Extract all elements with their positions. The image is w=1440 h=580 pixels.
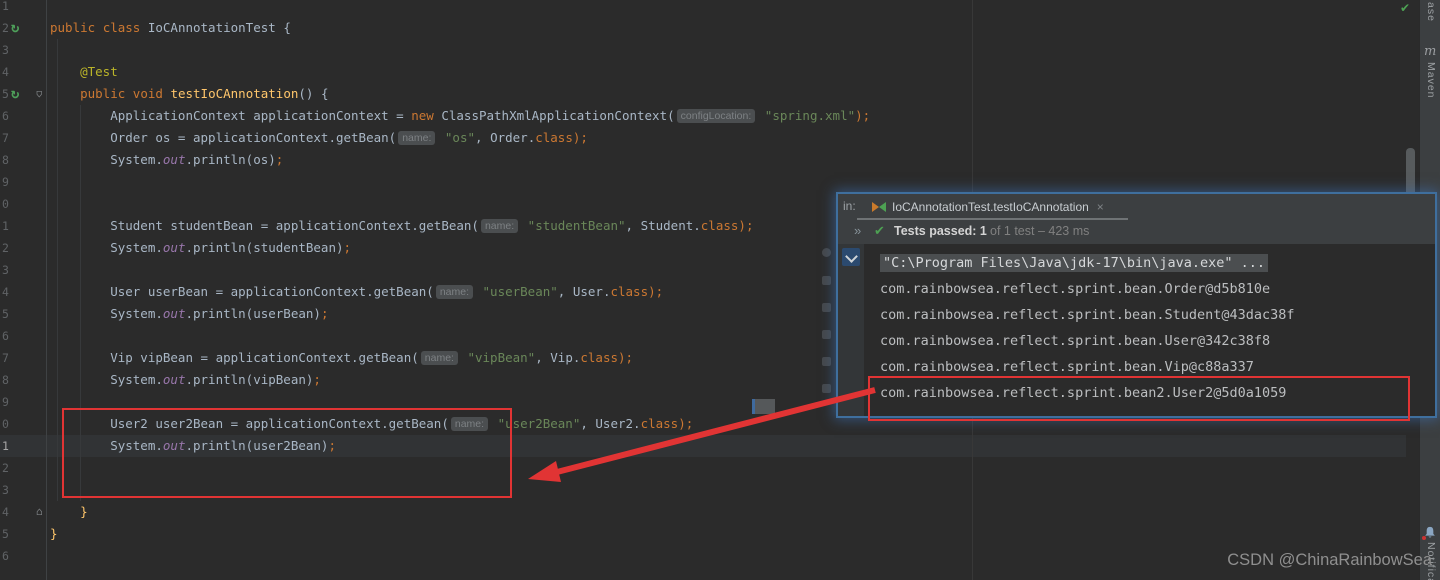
run-window-label: in: bbox=[843, 199, 856, 213]
run-test-icon[interactable]: ↻ bbox=[11, 83, 19, 105]
fold-marker-icon[interactable]: ⌂ bbox=[36, 83, 43, 105]
line-number: 1 bbox=[2, 439, 9, 453]
code-line[interactable]: 4 @Test bbox=[0, 61, 1406, 83]
run-test-icon[interactable]: ↻ bbox=[11, 17, 19, 39]
tool-button-maven[interactable]: Maven bbox=[1425, 62, 1437, 99]
line-number: 0 bbox=[2, 417, 9, 431]
line-number: 0 bbox=[2, 197, 9, 211]
test-status-bar: » ✔ Tests passed: 1 of 1 test – 423 ms bbox=[838, 220, 1435, 244]
line-number: 9 bbox=[2, 175, 9, 189]
fold-marker-icon[interactable]: ⌂ bbox=[36, 501, 43, 523]
code-text: ApplicationContext applicationContext = … bbox=[50, 108, 871, 123]
console-line[interactable]: com.rainbowsea.reflect.sprint.bean.Stude… bbox=[880, 302, 1430, 328]
background-toolbar-icon bbox=[822, 303, 831, 312]
inspections-ok-icon: ✔ bbox=[1400, 1, 1411, 15]
line-number: 5 bbox=[2, 307, 9, 321]
code-line[interactable]: 5} bbox=[0, 523, 1406, 545]
line-number: 4 bbox=[2, 505, 9, 519]
line-number: 1 bbox=[2, 219, 9, 233]
line-number: 2 bbox=[2, 241, 9, 255]
code-text: } bbox=[80, 504, 88, 519]
code-line[interactable]: 8 System.out.println(os); bbox=[0, 149, 1406, 171]
line-number: 4 bbox=[2, 65, 9, 79]
code-text: User userBean = applicationContext.getBe… bbox=[50, 284, 664, 299]
code-line[interactable]: 3 bbox=[0, 39, 1406, 61]
line-number: 2 bbox=[2, 461, 9, 475]
background-toolbar-icon bbox=[822, 330, 831, 339]
line-number: 5 bbox=[2, 87, 9, 101]
code-text: System.out.println(userBean); bbox=[50, 306, 329, 321]
ide-window: 1 2 ↻ public class IoCAnnotationTest {3 4 @T… bbox=[0, 0, 1440, 580]
code-line[interactable]: 7 Order os = applicationContext.getBean(… bbox=[0, 127, 1406, 149]
line-number: 6 bbox=[2, 549, 9, 563]
console-gutter-strip bbox=[838, 244, 864, 416]
annotation-box-code bbox=[62, 408, 512, 498]
line-number: 1 bbox=[2, 0, 9, 13]
watermark-text: CSDN @ChinaRainbowSea bbox=[1227, 551, 1432, 569]
window-corner-fragment bbox=[752, 399, 775, 414]
code-text: @Test bbox=[80, 64, 118, 79]
junit-run-config-icon bbox=[872, 202, 886, 212]
line-number: 5 bbox=[2, 527, 9, 541]
editor-scrollbar[interactable] bbox=[1406, 148, 1415, 196]
code-text: System.out.println(os); bbox=[50, 152, 284, 167]
code-line[interactable]: 6 bbox=[0, 545, 1406, 567]
line-number: 2 bbox=[2, 21, 9, 35]
line-number: 3 bbox=[2, 263, 9, 277]
line-number: 8 bbox=[2, 153, 9, 167]
tests-passed-details: of 1 test – 423 ms bbox=[990, 224, 1090, 238]
line-number: 6 bbox=[2, 109, 9, 123]
code-line[interactable]: 1 bbox=[0, 0, 1406, 17]
test-run-tab[interactable]: IoCAnnotationTest.testIoCAnnotation × bbox=[872, 196, 1104, 218]
line-number: 8 bbox=[2, 373, 9, 387]
notification-badge bbox=[1422, 536, 1426, 540]
code-text: System.out.println(studentBean); bbox=[50, 240, 352, 255]
background-toolbar-icon bbox=[822, 384, 831, 393]
line-number: 6 bbox=[2, 329, 9, 343]
collapse-chevron-icon[interactable] bbox=[842, 248, 860, 266]
code-text: Student studentBean = applicationContext… bbox=[50, 218, 754, 233]
maven-icon: m bbox=[1424, 44, 1437, 59]
test-run-tab-label: IoCAnnotationTest.testIoCAnnotation bbox=[892, 200, 1089, 214]
code-line[interactable]: 6 ApplicationContext applicationContext … bbox=[0, 105, 1406, 127]
tests-passed-check-icon: ✔ bbox=[874, 223, 885, 238]
annotation-box-console bbox=[868, 376, 1410, 421]
close-icon[interactable]: × bbox=[1097, 200, 1104, 214]
code-text: System.out.println(vipBean); bbox=[50, 372, 321, 387]
code-text: } bbox=[50, 526, 58, 541]
line-number: 4 bbox=[2, 285, 9, 299]
tool-button-database-fragment[interactable]: ase bbox=[1425, 2, 1437, 22]
console-line[interactable]: com.rainbowsea.reflect.sprint.bean.Order… bbox=[880, 276, 1430, 302]
code-text: Vip vipBean = applicationContext.getBean… bbox=[50, 350, 634, 365]
code-line[interactable]: 2 ↻ public class IoCAnnotationTest { bbox=[0, 17, 1406, 39]
code-line[interactable]: 4 ⌂ } bbox=[0, 501, 1406, 523]
code-line[interactable]: 9 bbox=[0, 171, 1406, 193]
code-text: Order os = applicationContext.getBean(na… bbox=[50, 130, 588, 145]
code-text: public class IoCAnnotationTest { bbox=[50, 20, 291, 35]
line-number: 3 bbox=[2, 43, 9, 57]
line-number: 3 bbox=[2, 483, 9, 497]
line-number: 7 bbox=[2, 131, 9, 145]
background-toolbar-icon bbox=[822, 357, 831, 366]
console-line[interactable]: com.rainbowsea.reflect.sprint.bean.User@… bbox=[880, 328, 1430, 354]
expand-chevrons-icon[interactable]: » bbox=[854, 223, 861, 238]
line-number: 7 bbox=[2, 351, 9, 365]
code-text: public void testIoCAnnotation() { bbox=[80, 86, 329, 101]
console-line[interactable]: "C:\Program Files\Java\jdk-17\bin\java.e… bbox=[880, 250, 1430, 276]
tests-passed-text: Tests passed: 1 bbox=[894, 224, 987, 238]
line-number: 9 bbox=[2, 395, 9, 409]
background-toolbar-icon bbox=[822, 276, 831, 285]
background-toolbar-icon bbox=[822, 248, 831, 257]
code-line[interactable]: 5 ↻ ⌂ public void testIoCAnnotation() { bbox=[0, 83, 1406, 105]
